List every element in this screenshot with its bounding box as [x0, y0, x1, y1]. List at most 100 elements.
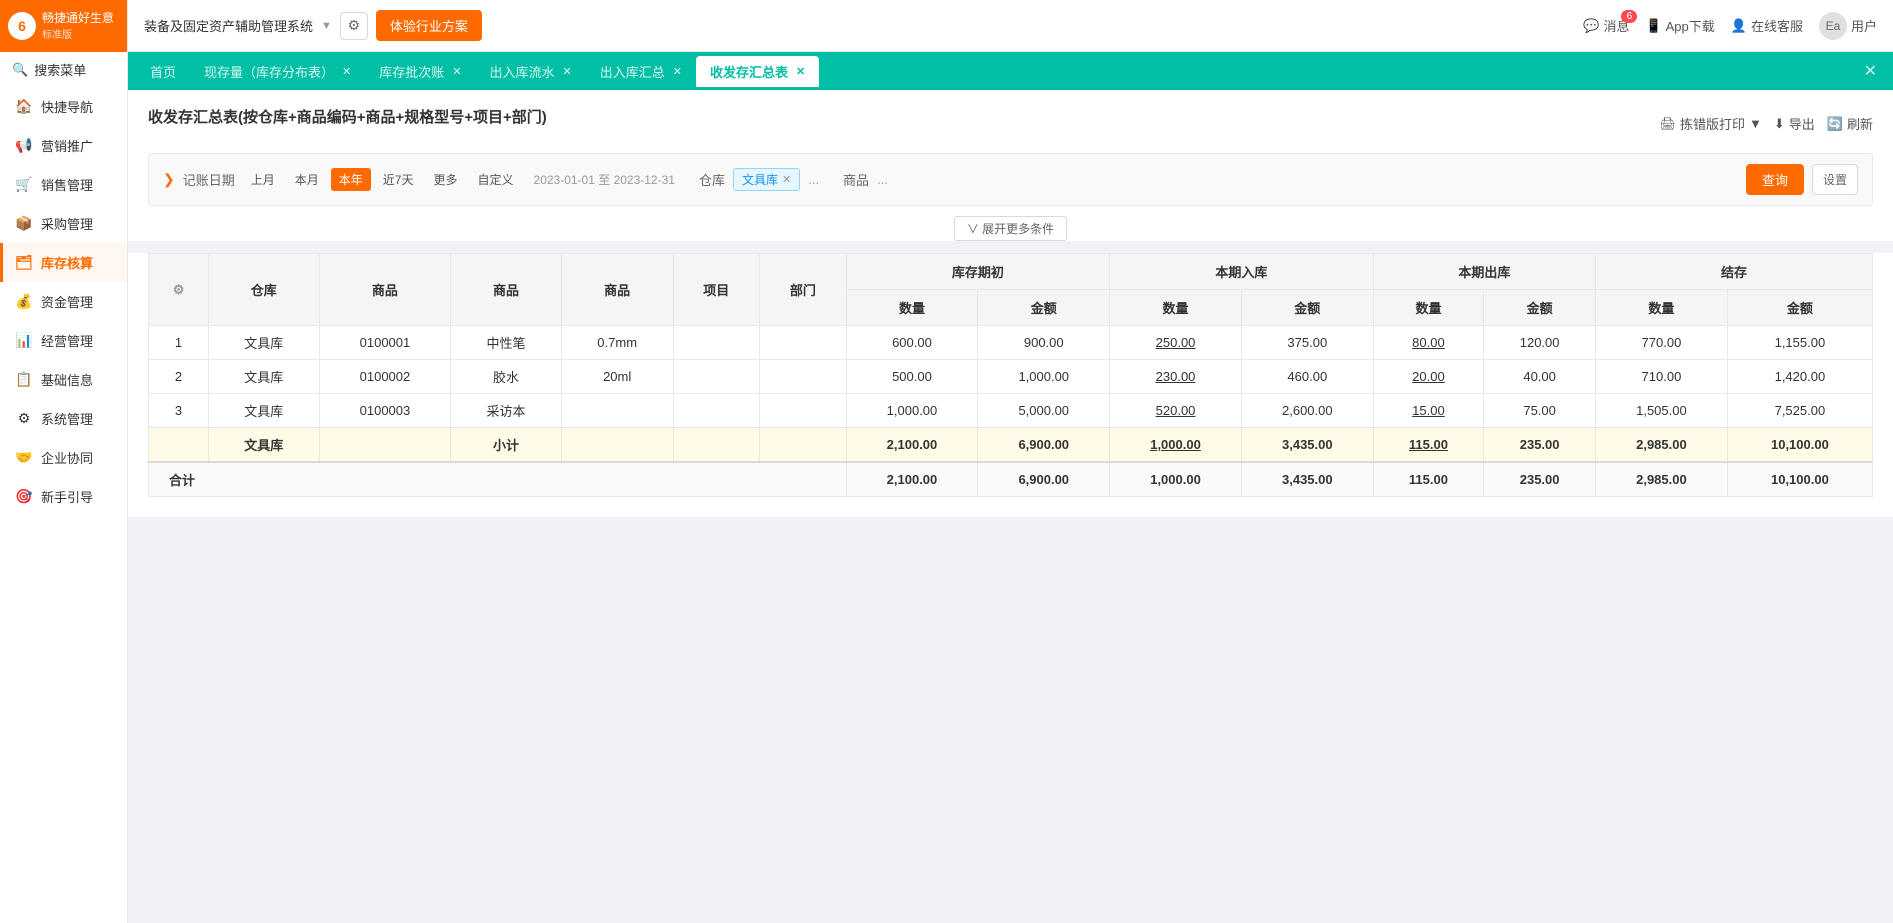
sidebar-item-guide[interactable]: 🎯 新手引导 [0, 477, 127, 516]
sidebar-item-label: 企业协同 [41, 448, 93, 467]
sidebar-item-marketing[interactable]: 📢 营销推广 [0, 126, 127, 165]
warehouse-more[interactable]: ... [808, 172, 819, 187]
sidebar-item-sales[interactable]: 🛒 销售管理 [0, 165, 127, 204]
export-label: 导出 [1789, 114, 1815, 133]
export-btn[interactable]: ⬇ 导出 [1774, 114, 1815, 133]
date-btn-7days[interactable]: 近7天 [375, 168, 422, 191]
system-dropdown-icon[interactable]: ▼ [321, 20, 332, 32]
tab-home[interactable]: 首页 [136, 56, 190, 87]
user-area[interactable]: Ea 用户 [1819, 12, 1877, 40]
td-closing-amt: 1,420.00 [1727, 360, 1872, 394]
tab-stock-distribution[interactable]: 现存量（库存分布表） ✕ [190, 56, 365, 87]
print-btn[interactable]: 🖨 拣错版打印 ▼ [1659, 114, 1761, 133]
td-dept [760, 428, 847, 463]
app-download-btn[interactable]: 📱 App下载 [1645, 16, 1714, 35]
sidebar-item-label: 库存核算 [41, 253, 93, 272]
trial-button[interactable]: 体验行业方案 [376, 10, 482, 41]
warehouse-tag: 文具库 ✕ [733, 168, 800, 191]
settings-button[interactable]: ⚙ [340, 12, 368, 40]
tab-close-icon[interactable]: ✕ [342, 65, 351, 78]
print-chevron-icon: ▼ [1749, 116, 1762, 131]
tab-label: 收发存汇总表 [710, 62, 788, 81]
tab-flow[interactable]: 出入库流水 ✕ [475, 56, 585, 87]
td-warehouse: 文具库 [209, 428, 319, 463]
th-dept: 部门 [760, 254, 847, 326]
topbar: 装备及固定资产辅助管理系统 ▼ ⚙ 体验行业方案 💬 消息 6 📱 App下载 … [128, 0, 1893, 52]
warehouse-tag-text: 文具库 [742, 171, 778, 188]
td-out-amt: 40.00 [1484, 360, 1596, 394]
date-btn-this-year[interactable]: 本年 [331, 168, 371, 191]
sidebar-item-enterprise[interactable]: 🤝 企业协同 [0, 438, 127, 477]
td-opening-amt: 5,000.00 [978, 394, 1110, 428]
td-opening-amt: 6,900.00 [978, 428, 1110, 463]
td-closing-amt: 7,525.00 [1727, 394, 1872, 428]
tab-label: 出入库流水 [489, 62, 554, 81]
filter-collapse-btn[interactable]: ❯ [163, 171, 175, 188]
sidebar-item-inventory[interactable]: 🗂 库存核算 [0, 243, 127, 282]
footer-label: 合计 [149, 462, 847, 497]
sidebar-item-label: 新手引导 [41, 487, 93, 506]
td-project [673, 326, 760, 360]
td-in-qty[interactable]: 230.00 [1110, 360, 1242, 394]
sidebar-item-operations[interactable]: 📊 经营管理 [0, 321, 127, 360]
tab-batch-account[interactable]: 库存批次账 ✕ [365, 56, 475, 87]
date-btn-custom[interactable]: 自定义 [470, 168, 522, 191]
messages-badge: 6 [1621, 10, 1637, 23]
query-button[interactable]: 查询 [1746, 164, 1804, 195]
page-title: 收发存汇总表(按仓库+商品编码+商品+规格型号+项目+部门) [148, 106, 547, 127]
messages-btn[interactable]: 💬 消息 6 [1583, 16, 1629, 35]
tab-close-icon[interactable]: ✕ [563, 65, 572, 78]
tabbar-close-button[interactable]: ✕ [1856, 61, 1885, 81]
refresh-btn[interactable]: 🔄 刷新 [1827, 114, 1873, 133]
footer-in-amt: 3,435.00 [1241, 462, 1373, 497]
tab-close-icon[interactable]: ✕ [452, 65, 461, 78]
td-out-amt: 75.00 [1484, 394, 1596, 428]
tab-close-icon[interactable]: ✕ [673, 65, 682, 78]
sidebar-nav: 🏠 快捷导航 📢 营销推广 🛒 销售管理 📦 采购管理 🗂 库存核算 💰 资金管… [0, 87, 127, 923]
td-code: 0100003 [319, 394, 451, 428]
footer-out-qty: 115.00 [1373, 462, 1484, 497]
date-btn-more[interactable]: 更多 [425, 168, 465, 191]
search-menu-item[interactable]: 🔍 搜索菜单 [0, 52, 127, 87]
settings-button[interactable]: 设置 [1812, 164, 1858, 195]
sidebar-item-label: 经营管理 [41, 331, 93, 350]
tab-recv-send-summary[interactable]: 收发存汇总表 ✕ [696, 56, 819, 87]
product-more[interactable]: ... [877, 172, 888, 187]
th-settings: ⚙ [149, 254, 209, 326]
th-product-code: 商品 [319, 254, 451, 326]
td-out-qty[interactable]: 15.00 [1373, 394, 1484, 428]
td-out-qty[interactable]: 80.00 [1373, 326, 1484, 360]
expand-conditions-btn[interactable]: ∨ 展开更多条件 [954, 216, 1067, 241]
sidebar-item-label: 资金管理 [41, 292, 93, 311]
td-opening-qty: 600.00 [846, 326, 978, 360]
message-icon: 💬 [1583, 18, 1599, 34]
td-spec: 0.7mm [561, 326, 673, 360]
sidebar-item-quick-nav[interactable]: 🏠 快捷导航 [0, 87, 127, 126]
home-icon: 🏠 [15, 98, 33, 115]
td-in-qty[interactable]: 250.00 [1110, 326, 1242, 360]
online-service-btn[interactable]: 👤 在线客服 [1731, 16, 1803, 35]
inventory-icon: 🗂 [15, 254, 33, 271]
td-closing-qty: 2,985.00 [1596, 428, 1728, 463]
column-settings-icon[interactable]: ⚙ [173, 282, 185, 297]
td-name: 采访本 [451, 394, 561, 428]
tab-label: 出入库汇总 [600, 62, 665, 81]
tab-close-icon[interactable]: ✕ [796, 65, 805, 78]
th-opening-amt: 金额 [978, 290, 1110, 326]
sidebar-item-label: 基础信息 [41, 370, 93, 389]
sidebar-item-purchase[interactable]: 📦 采购管理 [0, 204, 127, 243]
td-out-qty[interactable]: 20.00 [1373, 360, 1484, 394]
warehouse-label: 仓库 [699, 170, 725, 189]
tab-in-out-summary[interactable]: 出入库汇总 ✕ [586, 56, 696, 87]
expand-chevron-icon: ∨ [967, 222, 979, 236]
print-label: 拣错版打印 [1680, 114, 1745, 133]
sidebar-item-finance[interactable]: 💰 资金管理 [0, 282, 127, 321]
tabbar: 首页 现存量（库存分布表） ✕ 库存批次账 ✕ 出入库流水 ✕ 出入库汇总 ✕ … [128, 52, 1893, 90]
sidebar-item-system[interactable]: ⚙ 系统管理 [0, 399, 127, 438]
tab-label: 现存量（库存分布表） [204, 62, 334, 81]
td-in-qty[interactable]: 520.00 [1110, 394, 1242, 428]
date-btn-this-month[interactable]: 本月 [287, 168, 327, 191]
warehouse-tag-close[interactable]: ✕ [782, 173, 791, 186]
date-btn-last-month[interactable]: 上月 [243, 168, 283, 191]
sidebar-item-basic-info[interactable]: 📋 基础信息 [0, 360, 127, 399]
